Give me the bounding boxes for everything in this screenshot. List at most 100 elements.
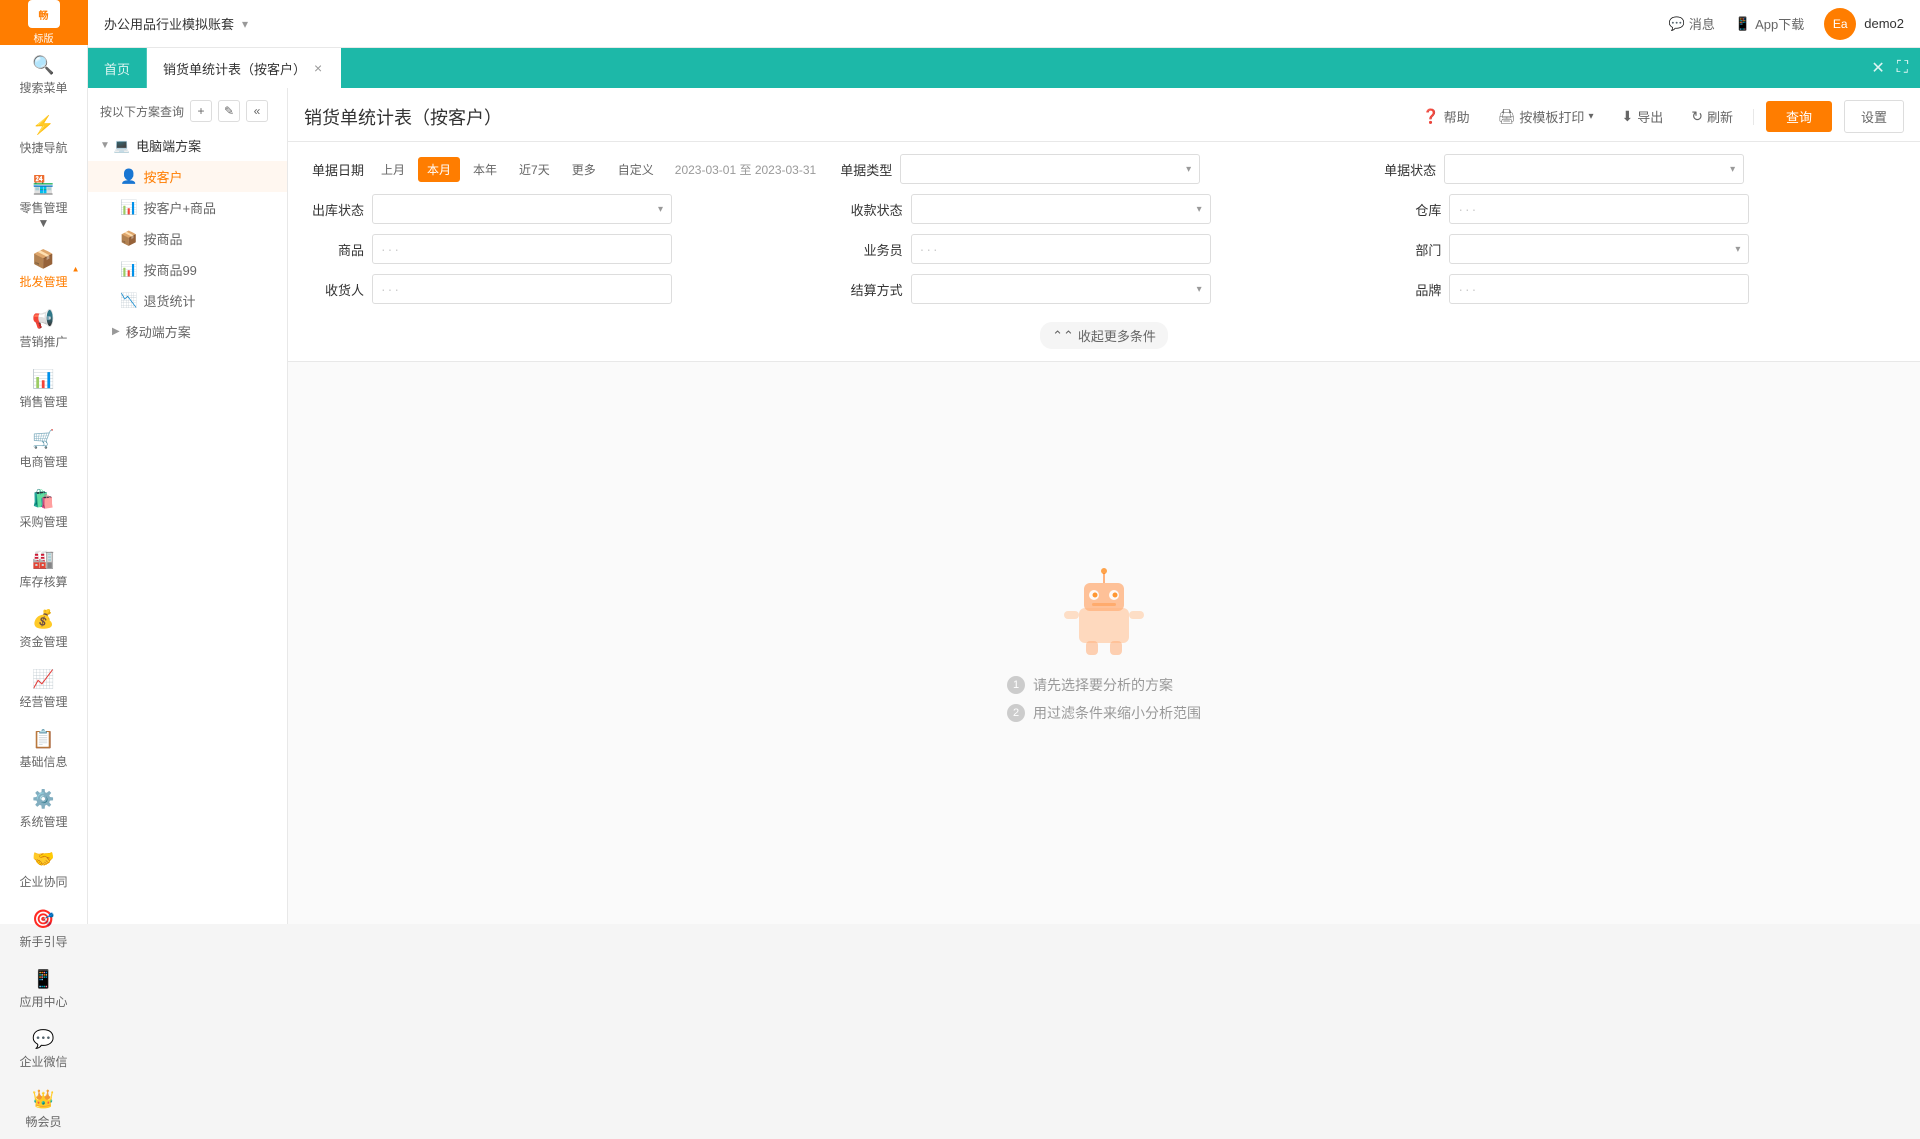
scheme-section-desktop: ▼ 💻 电脑端方案 👤 按客户 📊 按客户+商品 📦 按商品 📊 xyxy=(88,130,287,316)
order-type-select[interactable]: ▾ xyxy=(900,154,1200,184)
sidebar-logo[interactable]: 畅 标版 xyxy=(0,0,88,45)
export-label: 导出 xyxy=(1637,107,1663,126)
sidebar-item-corp-wechat[interactable]: 💬 企业微信 xyxy=(0,1019,88,1079)
date-tab-this-year[interactable]: 本年 xyxy=(464,157,506,182)
scheme-item-by-customer-product[interactable]: 📊 按客户+商品 xyxy=(88,192,287,223)
sidebar-item-app-center[interactable]: 📱 应用中心 xyxy=(0,959,88,1019)
order-type-chevron: ▾ xyxy=(1186,164,1191,175)
date-tab-custom[interactable]: 自定义 xyxy=(609,157,663,182)
department-select[interactable]: ▾ xyxy=(1449,234,1749,264)
user-area[interactable]: Ea demo2 xyxy=(1824,8,1904,40)
receiver-select[interactable]: ··· xyxy=(372,274,672,304)
scheme-item-return-stats[interactable]: 📉 退货统计 xyxy=(88,285,287,316)
receipt-status-select[interactable]: ▾ xyxy=(911,194,1211,224)
wholesale-icon: 📦 xyxy=(32,249,54,270)
mobile-section-label: 移动端方案 xyxy=(126,322,191,341)
sidebar-item-corp-wechat-label: 企业微信 xyxy=(19,1053,67,1070)
sidebar-item-corp[interactable]: 🤝 企业协同 xyxy=(0,839,88,899)
hint-text-2: 用过滤条件来缩小分析范围 xyxy=(1033,703,1201,723)
receiver-group: 收货人 ··· xyxy=(304,274,827,304)
salesperson-select[interactable]: ··· xyxy=(911,234,1211,264)
warehouse-select[interactable]: ··· xyxy=(1449,194,1749,224)
sidebar-item-base-info[interactable]: 📋 基础信息 xyxy=(0,719,88,779)
edit-scheme-button[interactable]: ✎ xyxy=(218,100,240,122)
message-button[interactable]: 💬 消息 xyxy=(1669,14,1715,33)
message-icon: 💬 xyxy=(1669,16,1685,32)
date-tab-last7[interactable]: 近7天 xyxy=(510,157,559,182)
tab-expand-btn[interactable]: ⛶ xyxy=(1893,55,1912,81)
settings-button[interactable]: 设置 xyxy=(1844,100,1904,133)
refresh-button[interactable]: ↻ 刷新 xyxy=(1683,103,1741,130)
add-scheme-button[interactable]: + xyxy=(190,100,212,122)
sidebar-item-retail[interactable]: 🏪 零售管理 xyxy=(0,165,88,239)
app-download-icon: 📱 xyxy=(1735,16,1751,32)
refresh-label: 刷新 xyxy=(1707,107,1733,126)
corp-icon: 🤝 xyxy=(32,849,54,870)
app-download-button[interactable]: 📱 App下载 xyxy=(1735,14,1804,33)
header-dropdown-icon[interactable]: ▾ xyxy=(242,17,248,31)
tab-close-window-btn[interactable]: ✕ xyxy=(1867,54,1888,82)
sidebar-item-new-guide-label: 新手引导 xyxy=(19,933,67,950)
sidebar-item-purchase-label: 采购管理 xyxy=(19,513,67,530)
sidebar-item-finance-label: 资金管理 xyxy=(19,633,67,650)
query-button[interactable]: 查询 xyxy=(1766,101,1832,132)
sidebar-item-search[interactable]: 🔍 搜索菜单 xyxy=(0,45,88,105)
tab-sales-stats[interactable]: 销货单统计表（按客户） × xyxy=(147,48,341,88)
sidebar-item-marketing[interactable]: 📢 营销推广 xyxy=(0,299,88,359)
date-tab-last-month[interactable]: 上月 xyxy=(372,157,414,182)
sidebar-item-sys[interactable]: ⚙️ 系统管理 xyxy=(0,779,88,839)
filter-row-2: 出库状态 ▾ 收款状态 ▾ 仓库 xyxy=(304,194,1904,224)
robot-svg xyxy=(1054,563,1154,663)
sidebar-item-sales-mgmt[interactable]: 📊 销售管理 xyxy=(0,359,88,419)
sidebar-item-inventory[interactable]: 🏭 库存核算 xyxy=(0,539,88,599)
product-select[interactable]: ··· xyxy=(372,234,672,264)
by-product-icon: 📦 xyxy=(120,230,137,247)
scheme-item-by-customer[interactable]: 👤 按客户 xyxy=(88,161,287,192)
sidebar-item-finance[interactable]: 💰 资金管理 xyxy=(0,599,88,659)
user-name: demo2 xyxy=(1864,16,1904,31)
out-status-select[interactable]: ▾ xyxy=(372,194,672,224)
sidebar-item-new-guide[interactable]: 🎯 新手引导 xyxy=(0,899,88,959)
sidebar-item-ecommerce[interactable]: 🛒 电商管理 xyxy=(0,419,88,479)
purchase-icon: 🛍️ xyxy=(32,489,54,510)
empty-hint-1: 1 请先选择要分析的方案 xyxy=(1007,675,1201,695)
scheme-item-by-product[interactable]: 📦 按商品 xyxy=(88,223,287,254)
sidebar-item-purchase[interactable]: 🛍️ 采购管理 xyxy=(0,479,88,539)
sidebar-item-ops[interactable]: 📈 经营管理 xyxy=(0,659,88,719)
out-status-group: 出库状态 ▾ xyxy=(304,194,827,224)
template-print-button[interactable]: 🖨 按模板打印 ▾ xyxy=(1490,103,1602,130)
settlement-label: 结算方式 xyxy=(843,280,903,299)
order-status-chevron: ▾ xyxy=(1730,164,1735,175)
filter-area: 单据日期 上月 本月 本年 近7天 更多 自定义 2023-03-01 至 20… xyxy=(288,142,1920,362)
export-button[interactable]: ⬇ 导出 xyxy=(1613,103,1671,130)
search-icon: 🔍 xyxy=(32,55,54,76)
corp-wechat-icon: 💬 xyxy=(32,1029,54,1050)
sidebar-item-quick-nav[interactable]: ⚡ 快捷导航 xyxy=(0,105,88,165)
sidebar-item-wholesale[interactable]: 📦 批发管理 xyxy=(0,239,88,299)
help-button[interactable]: ❓ 帮助 xyxy=(1414,103,1477,130)
app-download-label: App下载 xyxy=(1755,14,1804,33)
collapse-panel-button[interactable]: « xyxy=(246,100,268,122)
department-label: 部门 xyxy=(1381,240,1441,259)
collapse-button[interactable]: ⌃⌃ 收起更多条件 xyxy=(1040,322,1168,349)
brand-select[interactable]: ··· xyxy=(1449,274,1749,304)
hint-text-1: 请先选择要分析的方案 xyxy=(1033,675,1173,695)
tab-home[interactable]: 首页 xyxy=(88,48,147,88)
settlement-select[interactable]: ▾ xyxy=(911,274,1211,304)
order-status-select[interactable]: ▾ xyxy=(1444,154,1744,184)
date-tabs: 上月 本月 本年 近7天 更多 自定义 xyxy=(372,157,663,182)
scheme-item-by-product99[interactable]: 📊 按商品99 xyxy=(88,254,287,285)
tab-close-icon[interactable]: × xyxy=(312,60,324,76)
date-tab-this-month[interactable]: 本月 xyxy=(418,157,460,182)
settlement-group: 结算方式 ▾ xyxy=(843,274,1366,304)
main-wrapper: 办公用品行业模拟账套 ▾ 💬 消息 📱 App下载 Ea demo2 首页 xyxy=(88,0,1920,924)
sidebar-item-member-label: 畅会员 xyxy=(25,1113,61,1130)
scheme-section-mobile-title[interactable]: ▶ 移动端方案 xyxy=(88,316,287,347)
tab-sales-stats-label: 销货单统计表（按客户） xyxy=(163,59,306,78)
header-right: 💬 消息 📱 App下载 Ea demo2 xyxy=(1669,8,1904,40)
sidebar-item-member[interactable]: 👑 畅会员 xyxy=(0,1079,88,1139)
scheme-section-desktop-title[interactable]: ▼ 💻 电脑端方案 xyxy=(88,130,287,161)
sidebar-item-base-info-label: 基础信息 xyxy=(19,753,67,770)
panel-header-label: 按以下方案查询 xyxy=(100,103,184,120)
date-tab-more[interactable]: 更多 xyxy=(563,157,605,182)
